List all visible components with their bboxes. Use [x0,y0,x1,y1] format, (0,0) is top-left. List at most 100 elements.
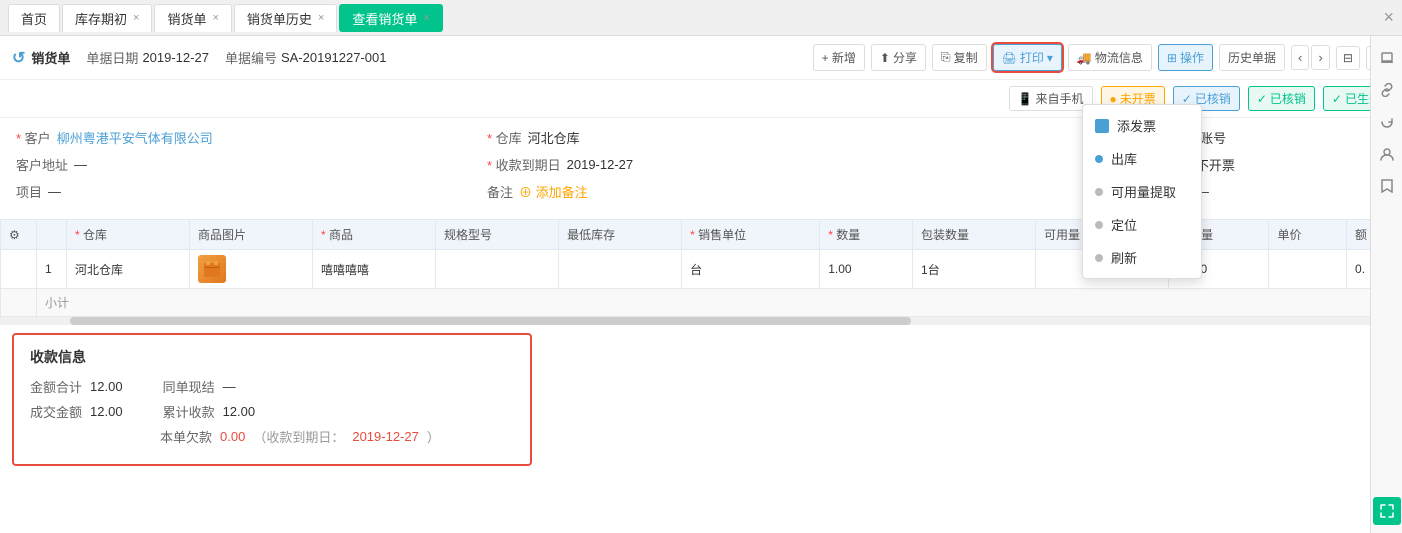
expand-icon[interactable] [1373,497,1401,525]
refresh-icon[interactable] [1373,108,1401,136]
salesperson2-value: — [1196,184,1276,199]
total-amount-value: 12.00 [90,379,123,394]
dropdown-refresh[interactable]: 刷新 [1083,241,1201,274]
truck-icon: 🚚 [1077,51,1092,65]
already-sold-button[interactable]: ✓ 已核销 [1248,86,1315,111]
copy-icon: ⎘ [941,50,951,65]
right-sidebar [1370,36,1402,533]
total-amount-label: 金额合计 [30,377,82,396]
doc-icon: ↺ [12,48,25,68]
address-field: 客户地址 — [16,155,444,174]
doc-date-value: 2019-12-27 [142,50,209,65]
subtotal-row: 小计 [1,289,1402,317]
summary-total-amount: 金额合计 12.00 [30,377,123,396]
edit-icon[interactable] [1373,44,1401,72]
warehouse-field: 仓库 河北仓库 [487,128,915,147]
tab-sales-order[interactable]: 销货单 × [154,4,231,32]
doc-header: ↺ 销货单 单据日期 2019-12-27 单据编号 SA-20191227-0… [0,36,1402,80]
summary-title: 收款信息 [30,347,514,367]
dropdown-available-qty[interactable]: 可用量提取 [1083,175,1201,208]
row-settings [1,250,37,289]
project-label: 项目 [16,182,42,201]
col-pack-qty: 包装数量 [913,220,1036,250]
from-phone-button[interactable]: 📱 来自手机 [1009,86,1093,111]
col-warehouse: 仓库 [67,220,190,250]
col-seq [37,220,67,250]
col-min-stock: 最低库存 [559,220,682,250]
customer-field: 客户 柳州粤港平安气体有限公司 [16,128,444,147]
tab-inventory-init[interactable]: 库存期初 × [62,4,152,32]
grid-view-button[interactable]: ⊟ [1336,46,1360,70]
project-value: — [48,184,128,199]
doc-number-field: 单据编号 SA-20191227-001 [225,48,387,67]
customer-value[interactable]: 柳州粤港平安气体有限公司 [57,128,213,147]
print-button[interactable]: 🖨 打印 ▾ [993,44,1062,71]
add-note-button[interactable]: 添加备注 [519,182,588,201]
row-product: 嘻嘻嘻嘻 [313,250,436,289]
doc-title-label: 销货单 [31,48,70,67]
close-icon[interactable]: × [212,12,218,24]
share-icon: ⬆ [880,51,890,65]
owed-value: 0.00 [220,429,245,444]
summary-cumulative-payment: 累计收款 12.00 [163,402,256,421]
col-spec: 规格型号 [436,220,559,250]
dropdown-locate[interactable]: 定位 [1083,208,1201,241]
tab-view-sales[interactable]: 查看销货单 × [339,4,442,32]
col-sales-unit: 销售单位 [682,220,820,250]
subtotal-settings [1,289,37,317]
tab-bar: 首页 库存期初 × 销货单 × 销货单历史 × 查看销货单 × × [0,0,1402,36]
outbound-dot-icon [1095,155,1103,163]
bookmark-icon[interactable] [1373,172,1401,200]
doc-date-field: 单据日期 2019-12-27 [86,48,209,67]
payment-due-value: 2019-12-27 [567,157,647,172]
summary-current-owed: 本单欠款 0.00 （收款到期日：2019-12-27） [160,427,440,446]
col-qty: 数量 [820,220,913,250]
close-icon[interactable]: × [133,12,139,24]
row-spec [436,250,559,289]
col-unit-price: 单价 [1269,220,1347,250]
product-thumbnail [198,255,226,283]
close-icon[interactable]: × [318,12,324,24]
row-warehouse: 河北仓库 [67,250,190,289]
subtotal-label: 小计 [37,289,1402,317]
doc-number-value: SA-20191227-001 [281,50,387,65]
owed-label: 本单欠款 [160,427,212,446]
transaction-label: 成交金额 [30,402,82,421]
tab-home[interactable]: 首页 [8,4,60,32]
row-qty: 1.00 [820,250,913,289]
payment-due-field: 收款到期日 2019-12-27 [487,155,915,174]
history-button[interactable]: 历史单据 [1219,44,1285,71]
logistics-button[interactable]: 🚚 物流信息 [1068,44,1152,71]
next-button[interactable]: › [1311,45,1329,70]
tab-bar-close[interactable]: × [1383,7,1394,28]
share-button[interactable]: ⬆ 分享 [871,44,926,71]
dropdown-outbound[interactable]: 出库 [1083,142,1201,175]
owed-note: （收款到期日： [253,427,344,446]
row-unit-price [1269,250,1347,289]
transaction-value: 12.00 [90,404,123,419]
available-dot-icon [1095,188,1103,196]
tab-sales-order-history[interactable]: 销货单历史 × [234,4,337,32]
row-pack-qty: 1台 [913,250,1036,289]
new-button[interactable]: + 新增 [813,44,865,71]
main-content: ↺ 销货单 单据日期 2019-12-27 单据编号 SA-20191227-0… [0,36,1402,533]
operations-button[interactable]: ⊞ 操作 [1158,44,1213,71]
row-product-img [190,250,313,289]
col-settings[interactable]: ⚙ [1,220,37,250]
summary-row-2: 成交金额 12.00 累计收款 12.00 [30,402,514,421]
copy-button[interactable]: ⎘ 复制 [932,44,987,71]
warehouse-label: 仓库 [487,128,522,147]
warehouse-value[interactable]: 河北仓库 [528,128,608,147]
phone-icon: 📱 [1018,92,1033,106]
invoice-square-icon [1095,119,1109,133]
col-product: 商品 [313,220,436,250]
dropdown-add-invoice[interactable]: 添发票 [1083,109,1201,142]
summary-transaction-amount: 成交金额 12.00 [30,402,123,421]
close-icon[interactable]: × [423,12,429,24]
cumulative-label: 累计收款 [163,402,215,421]
row-seq: 1 [37,250,67,289]
link-icon[interactable] [1373,76,1401,104]
locate-dot-icon [1095,221,1103,229]
prev-button[interactable]: ‹ [1291,45,1309,70]
user-icon[interactable] [1373,140,1401,168]
